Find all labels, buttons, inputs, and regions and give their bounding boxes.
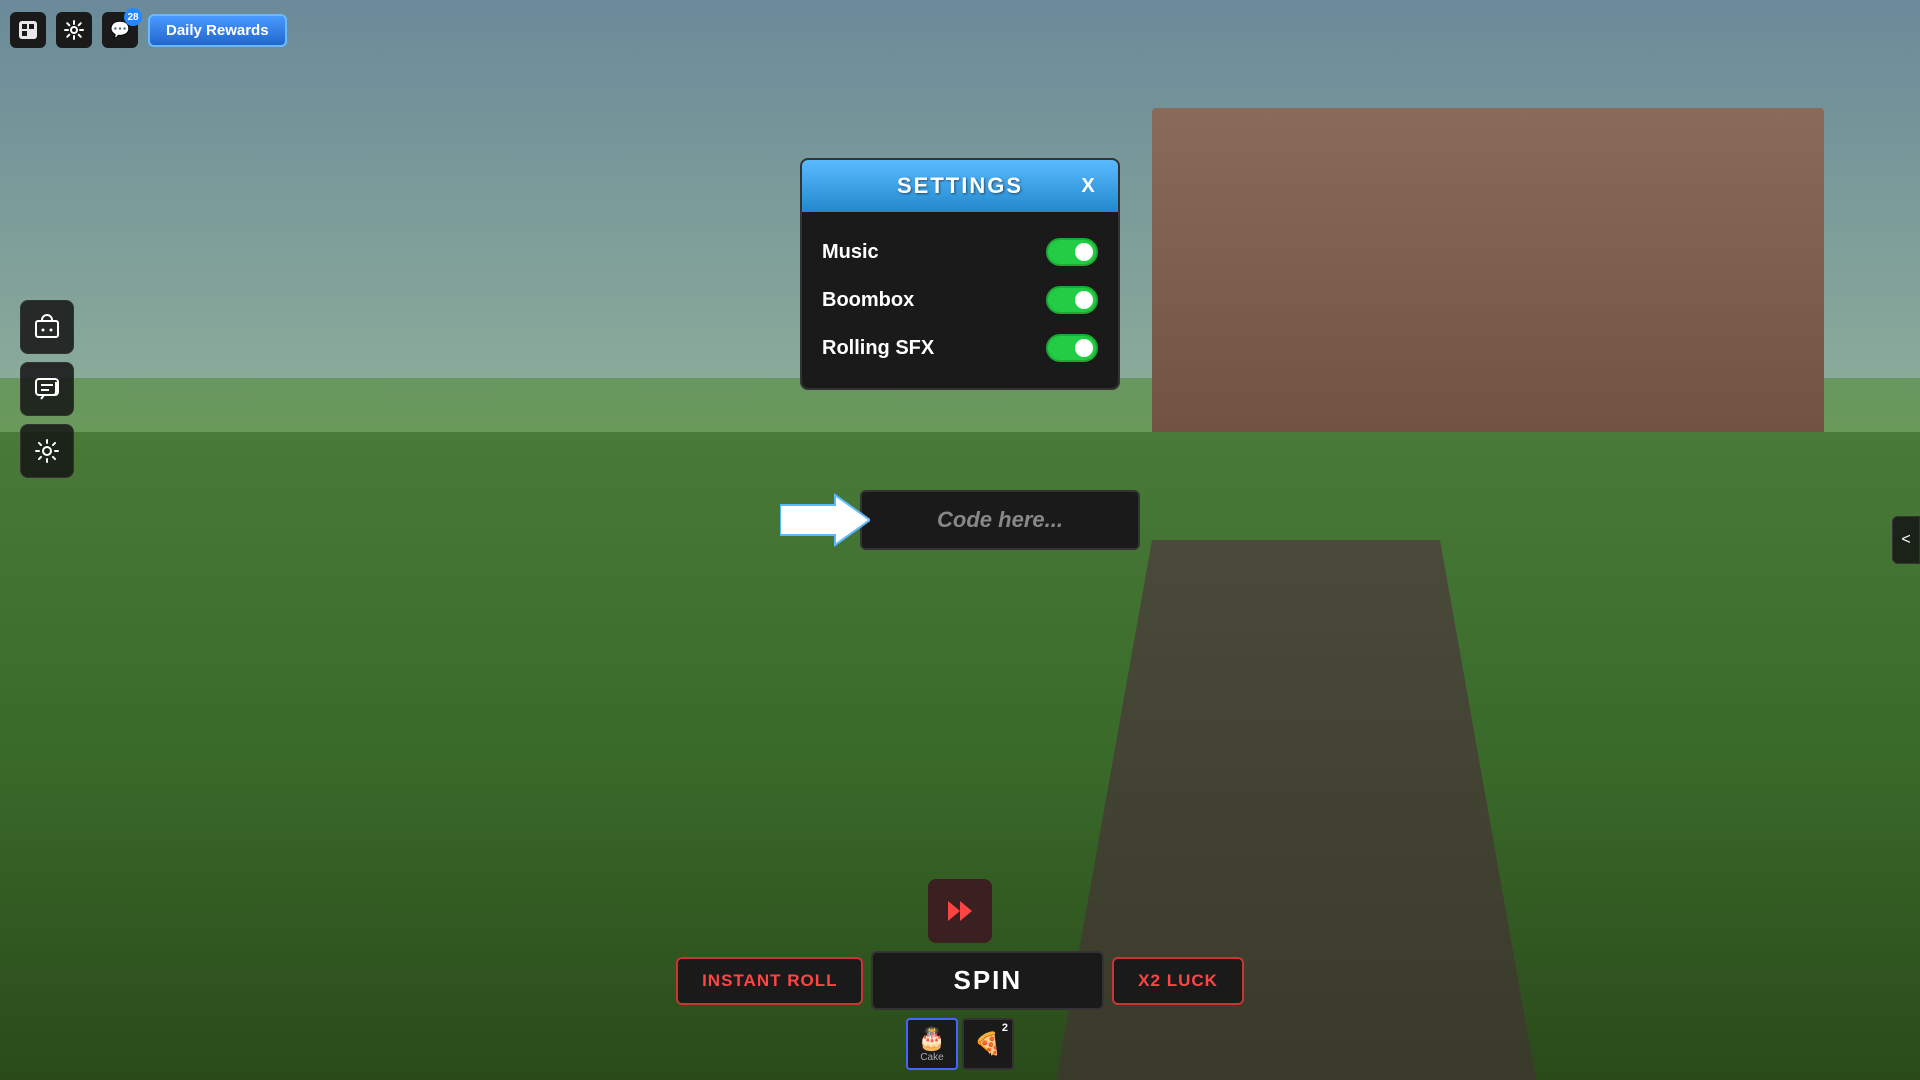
chat-button[interactable] bbox=[20, 362, 74, 416]
inventory-item-cake[interactable]: 🎂 Cake bbox=[906, 1018, 958, 1070]
cake-label: Cake bbox=[920, 1052, 943, 1063]
code-input-area: Code here... bbox=[780, 490, 1140, 550]
roblox-logo bbox=[10, 12, 46, 48]
music-row: Music bbox=[822, 228, 1098, 276]
music-toggle-knob bbox=[1075, 243, 1093, 261]
notifications-button[interactable]: 💬 28 bbox=[102, 12, 138, 48]
boombox-toggle-knob bbox=[1075, 291, 1093, 309]
code-placeholder-text: Code here... bbox=[937, 507, 1063, 533]
daily-rewards-button[interactable]: Daily Rewards bbox=[148, 14, 287, 47]
settings-header: SETTINGS X bbox=[802, 160, 1118, 212]
inventory-bar: 🎂 Cake 2 🍕 bbox=[906, 1018, 1014, 1070]
boombox-row: Boombox bbox=[822, 276, 1098, 324]
music-label: Music bbox=[822, 241, 879, 264]
chevron-left-icon: < bbox=[1901, 531, 1910, 549]
boombox-toggle[interactable] bbox=[1046, 286, 1098, 314]
settings-title: SETTINGS bbox=[846, 173, 1074, 199]
instant-roll-button[interactable]: INSTANT ROLL bbox=[676, 957, 863, 1005]
rolling-sfx-row: Rolling SFX bbox=[822, 324, 1098, 372]
item2-count: 2 bbox=[1002, 1022, 1008, 1034]
spin-button[interactable]: SPIN bbox=[871, 951, 1104, 1010]
bottom-buttons-row: INSTANT ROLL SPIN X2 LUCK bbox=[676, 951, 1244, 1010]
settings-body: Music Boombox Rolling SFX bbox=[802, 212, 1118, 388]
boombox-label: Boombox bbox=[822, 289, 914, 312]
pizza-icon: 🍕 bbox=[974, 1031, 1001, 1057]
bottom-area: INSTANT ROLL SPIN X2 LUCK 🎂 Cake 2 🍕 bbox=[0, 879, 1920, 1080]
rolling-sfx-toggle-knob bbox=[1075, 339, 1093, 357]
left-sidebar bbox=[20, 300, 74, 478]
x2luck-button[interactable]: X2 LUCK bbox=[1112, 957, 1244, 1005]
rolling-sfx-label: Rolling SFX bbox=[822, 337, 934, 360]
notification-badge: 28 bbox=[124, 8, 142, 26]
settings-close-button[interactable]: X bbox=[1074, 172, 1102, 200]
fast-forward-button[interactable] bbox=[928, 879, 992, 943]
gear-button[interactable] bbox=[56, 12, 92, 48]
arrow-pointer-icon bbox=[780, 490, 870, 550]
cake-icon: 🎂 bbox=[918, 1026, 945, 1052]
right-collapse-button[interactable]: < bbox=[1892, 516, 1920, 564]
code-input-field[interactable]: Code here... bbox=[860, 490, 1140, 550]
music-toggle[interactable] bbox=[1046, 238, 1098, 266]
shop-button[interactable] bbox=[20, 300, 74, 354]
inventory-item-pizza[interactable]: 2 🍕 bbox=[962, 1018, 1014, 1070]
rolling-sfx-toggle[interactable] bbox=[1046, 334, 1098, 362]
settings-button[interactable] bbox=[20, 424, 74, 478]
settings-modal: SETTINGS X Music Boombox Rolling SFX bbox=[800, 158, 1120, 390]
top-bar: 💬 28 Daily Rewards bbox=[0, 0, 1920, 60]
